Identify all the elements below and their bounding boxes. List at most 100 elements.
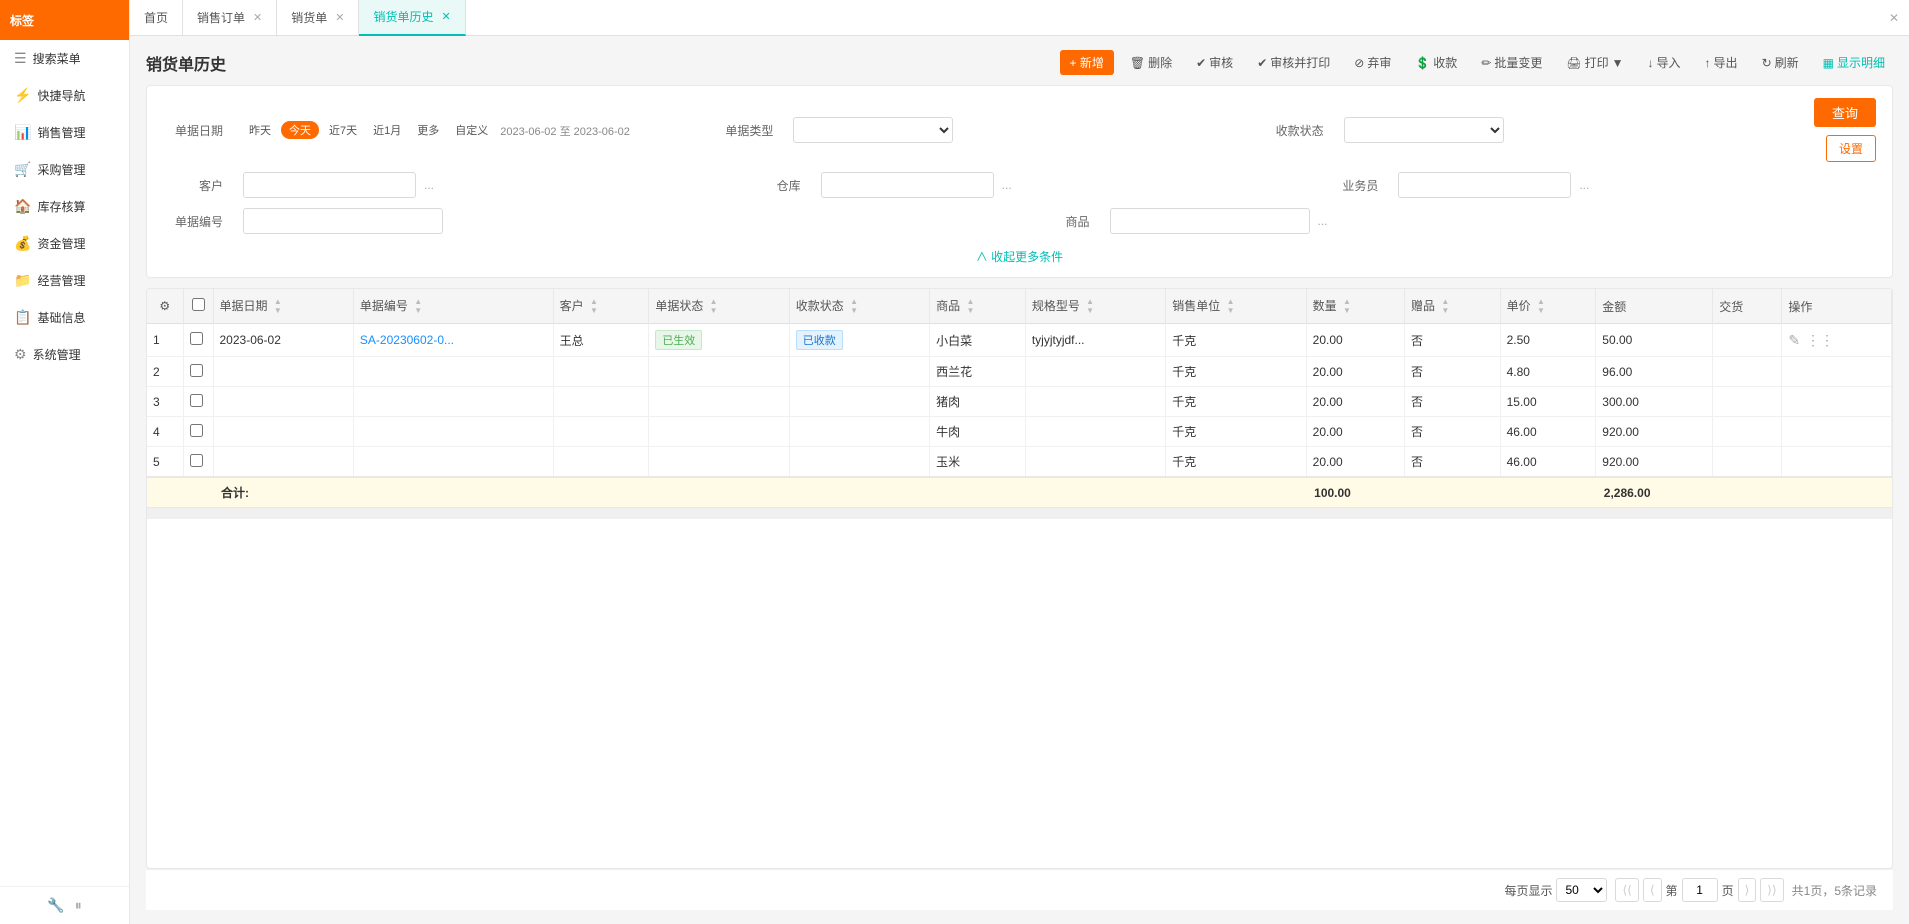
- th-doc-status[interactable]: 单据状态 ▲▼: [649, 289, 789, 324]
- sidebar-item-quick-nav[interactable]: ⚡ 快捷导航: [0, 77, 129, 114]
- tab-sales-delivery-close[interactable]: ✕: [335, 11, 344, 24]
- sidebar-item-search-menu[interactable]: ☰ 搜索菜单: [0, 40, 129, 77]
- row-check[interactable]: [183, 387, 213, 417]
- row-docno[interactable]: [353, 417, 553, 447]
- collect-status-select[interactable]: [1344, 117, 1504, 143]
- row-docno[interactable]: [353, 447, 553, 478]
- print-button[interactable]: 🖨 打印 ▼: [1558, 51, 1631, 74]
- th-spec[interactable]: 规格型号 ▲▼: [1025, 289, 1165, 324]
- tab-sales-history-close[interactable]: ✕: [442, 10, 451, 23]
- th-collect-status[interactable]: 收款状态 ▲▼: [789, 289, 929, 324]
- tab-home[interactable]: 首页: [130, 0, 183, 36]
- tab-sales-order-close[interactable]: ✕: [253, 11, 262, 24]
- th-date[interactable]: 单据日期 ▲▼: [213, 289, 353, 324]
- row-docno[interactable]: [353, 357, 553, 387]
- warehouse-dots[interactable]: ...: [1002, 178, 1012, 192]
- sidebar-item-ops-mgmt[interactable]: 📁 经营管理: [0, 262, 129, 299]
- th-qty[interactable]: 数量 ▲▼: [1306, 289, 1404, 324]
- show-detail-button[interactable]: ▦ 显示明细: [1815, 51, 1893, 74]
- sidebar-item-funds-mgmt[interactable]: 💰 资金管理: [0, 225, 129, 262]
- more-icon[interactable]: ⋮⋮: [1806, 332, 1834, 349]
- tabs-close-all[interactable]: ✕: [1879, 11, 1909, 25]
- select-all-checkbox[interactable]: [192, 298, 205, 311]
- th-customer[interactable]: 客户 ▲▼: [553, 289, 649, 324]
- doc-no-input[interactable]: [243, 208, 443, 234]
- th-gear[interactable]: ⚙: [147, 289, 183, 324]
- sidebar: 标签 ☰ 搜索菜单 ⚡ 快捷导航 📊 销售管理 🛒 采购管理 🏠 库存核算 💰 …: [0, 0, 130, 924]
- th-gift-sort[interactable]: ▲▼: [1441, 298, 1449, 315]
- export-button[interactable]: ↑ 导出: [1697, 51, 1746, 74]
- row-docno[interactable]: SA-20230602-0...: [353, 324, 553, 357]
- page-first-btn[interactable]: ⟨⟨: [1615, 878, 1638, 902]
- th-unit[interactable]: 销售单位 ▲▼: [1166, 289, 1306, 324]
- tab-sales-history[interactable]: 销货单历史 ✕: [359, 0, 465, 36]
- page-next-btn[interactable]: ⟩: [1738, 878, 1757, 902]
- import-button[interactable]: ↓ 导入: [1640, 51, 1689, 74]
- basic-info-icon: 📋: [14, 309, 31, 326]
- goods-input[interactable]: [1110, 208, 1310, 234]
- salesperson-input[interactable]: [1398, 172, 1571, 198]
- shortcut-custom[interactable]: 自定义: [449, 121, 494, 139]
- th-doc-status-sort[interactable]: ▲▼: [710, 298, 718, 315]
- warehouse-input[interactable]: [821, 172, 994, 198]
- delete-button[interactable]: 🗑 删除: [1122, 51, 1180, 74]
- th-price-sort[interactable]: ▲▼: [1537, 298, 1545, 315]
- page-input[interactable]: [1682, 878, 1718, 902]
- batch-change-button[interactable]: ✏ 批量变更: [1473, 51, 1550, 74]
- new-button[interactable]: + 新增: [1060, 50, 1114, 75]
- tab-sales-delivery[interactable]: 销货单 ✕: [277, 0, 359, 36]
- sidebar-item-sales-mgmt[interactable]: 📊 销售管理: [0, 114, 129, 151]
- doc-type-select[interactable]: [793, 117, 953, 143]
- sidebar-bottom-icon1[interactable]: 🔧: [47, 897, 64, 914]
- per-page-select[interactable]: 50 100 200: [1556, 878, 1607, 902]
- shortcut-today[interactable]: 今天: [281, 121, 319, 139]
- refresh-button[interactable]: ↻ 刷新: [1754, 51, 1807, 74]
- page-last-btn[interactable]: ⟩⟩: [1760, 878, 1783, 902]
- th-price[interactable]: 单价 ▲▼: [1500, 289, 1596, 324]
- shortcut-yesterday[interactable]: 昨天: [243, 121, 277, 139]
- abandon-button[interactable]: ⊘ 弃审: [1346, 51, 1399, 74]
- review-print-button[interactable]: ✔ 审核并打印: [1249, 51, 1338, 74]
- th-doc-status-label: 单据状态: [655, 299, 703, 313]
- th-spec-sort[interactable]: ▲▼: [1086, 298, 1094, 315]
- th-collect-status-sort[interactable]: ▲▼: [850, 298, 858, 315]
- salesperson-dots[interactable]: ...: [1579, 178, 1589, 192]
- shortcut-1month[interactable]: 近1月: [367, 121, 407, 139]
- sidebar-bottom-icon2[interactable]: ⏸: [75, 897, 82, 914]
- set-button[interactable]: 设置: [1826, 135, 1876, 162]
- page-prev-btn[interactable]: ⟨: [1643, 878, 1662, 902]
- row-check[interactable]: [183, 447, 213, 478]
- th-goods[interactable]: 商品 ▲▼: [930, 289, 1026, 324]
- table-scrollbar[interactable]: [147, 507, 1892, 519]
- th-docno[interactable]: 单据编号 ▲▼: [353, 289, 553, 324]
- th-date-sort[interactable]: ▲▼: [274, 298, 282, 315]
- shortcut-7days[interactable]: 近7天: [323, 121, 363, 139]
- goods-dots[interactable]: ...: [1318, 214, 1328, 228]
- collect-button[interactable]: 💲 收款: [1407, 51, 1465, 74]
- th-gift[interactable]: 赠品 ▲▼: [1404, 289, 1500, 324]
- sidebar-item-inventory[interactable]: 🏠 库存核算: [0, 188, 129, 225]
- customer-input[interactable]: [243, 172, 416, 198]
- th-unit-sort[interactable]: ▲▼: [1227, 298, 1235, 315]
- sidebar-item-sys-mgmt[interactable]: ⚙ 系统管理: [0, 336, 129, 373]
- sidebar-item-purchase-mgmt[interactable]: 🛒 采购管理: [0, 151, 129, 188]
- row-check[interactable]: [183, 324, 213, 357]
- review-button[interactable]: ✔ 审核: [1188, 51, 1241, 74]
- th-qty-sort[interactable]: ▲▼: [1343, 298, 1351, 315]
- row-check[interactable]: [183, 357, 213, 387]
- filter-collapse[interactable]: ∧ 收起更多条件: [163, 244, 1876, 265]
- edit-icon[interactable]: ✎: [1788, 332, 1800, 349]
- sidebar-item-basic-info[interactable]: 📋 基础信息: [0, 299, 129, 336]
- th-goods-sort[interactable]: ▲▼: [967, 298, 975, 315]
- row-collect-status: [789, 447, 929, 478]
- row-check[interactable]: [183, 417, 213, 447]
- customer-dots[interactable]: ...: [424, 178, 434, 192]
- filter-doctype-group: [793, 117, 1243, 143]
- shortcut-more[interactable]: 更多: [411, 121, 445, 139]
- th-check[interactable]: [183, 289, 213, 324]
- th-customer-sort[interactable]: ▲▼: [590, 298, 598, 315]
- row-docno[interactable]: [353, 387, 553, 417]
- tab-sales-order[interactable]: 销售订单 ✕: [183, 0, 277, 36]
- query-button[interactable]: 查询: [1814, 98, 1876, 127]
- th-docno-sort[interactable]: ▲▼: [414, 298, 422, 315]
